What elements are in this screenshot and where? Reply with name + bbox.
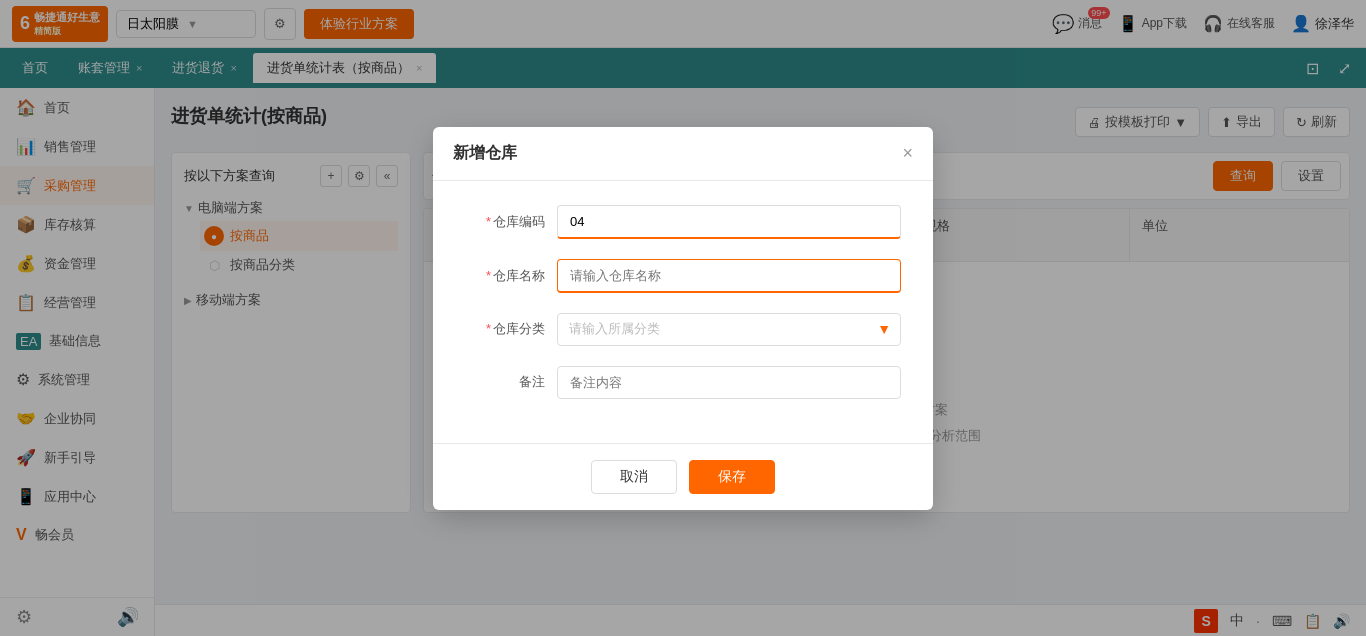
warehouse-note-input[interactable] <box>557 366 901 399</box>
modal-body: 仓库编码 仓库名称 仓库分类 ▼ 请输入所属分类 备注 <box>433 181 933 443</box>
modal-header: 新增仓库 × <box>433 127 933 181</box>
name-label: 仓库名称 <box>465 267 545 285</box>
warehouse-category-select[interactable] <box>557 313 901 346</box>
form-row-category: 仓库分类 ▼ 请输入所属分类 <box>465 313 901 346</box>
modal-title: 新增仓库 <box>453 143 517 164</box>
note-label: 备注 <box>465 373 545 391</box>
warehouse-name-input[interactable] <box>557 259 901 293</box>
modal-footer: 取消 保存 <box>433 443 933 510</box>
new-warehouse-modal: 新增仓库 × 仓库编码 仓库名称 仓库分类 ▼ 请输入所属分类 <box>433 127 933 510</box>
modal-close-button[interactable]: × <box>902 143 913 164</box>
form-row-code: 仓库编码 <box>465 205 901 239</box>
code-label: 仓库编码 <box>465 213 545 231</box>
category-label: 仓库分类 <box>465 320 545 338</box>
cancel-button[interactable]: 取消 <box>591 460 677 494</box>
form-row-name: 仓库名称 <box>465 259 901 293</box>
category-select-wrapper: ▼ 请输入所属分类 <box>557 313 901 346</box>
form-row-note: 备注 <box>465 366 901 399</box>
warehouse-code-input[interactable] <box>557 205 901 239</box>
save-button[interactable]: 保存 <box>689 460 775 494</box>
modal-overlay[interactable]: 新增仓库 × 仓库编码 仓库名称 仓库分类 ▼ 请输入所属分类 <box>0 0 1366 636</box>
